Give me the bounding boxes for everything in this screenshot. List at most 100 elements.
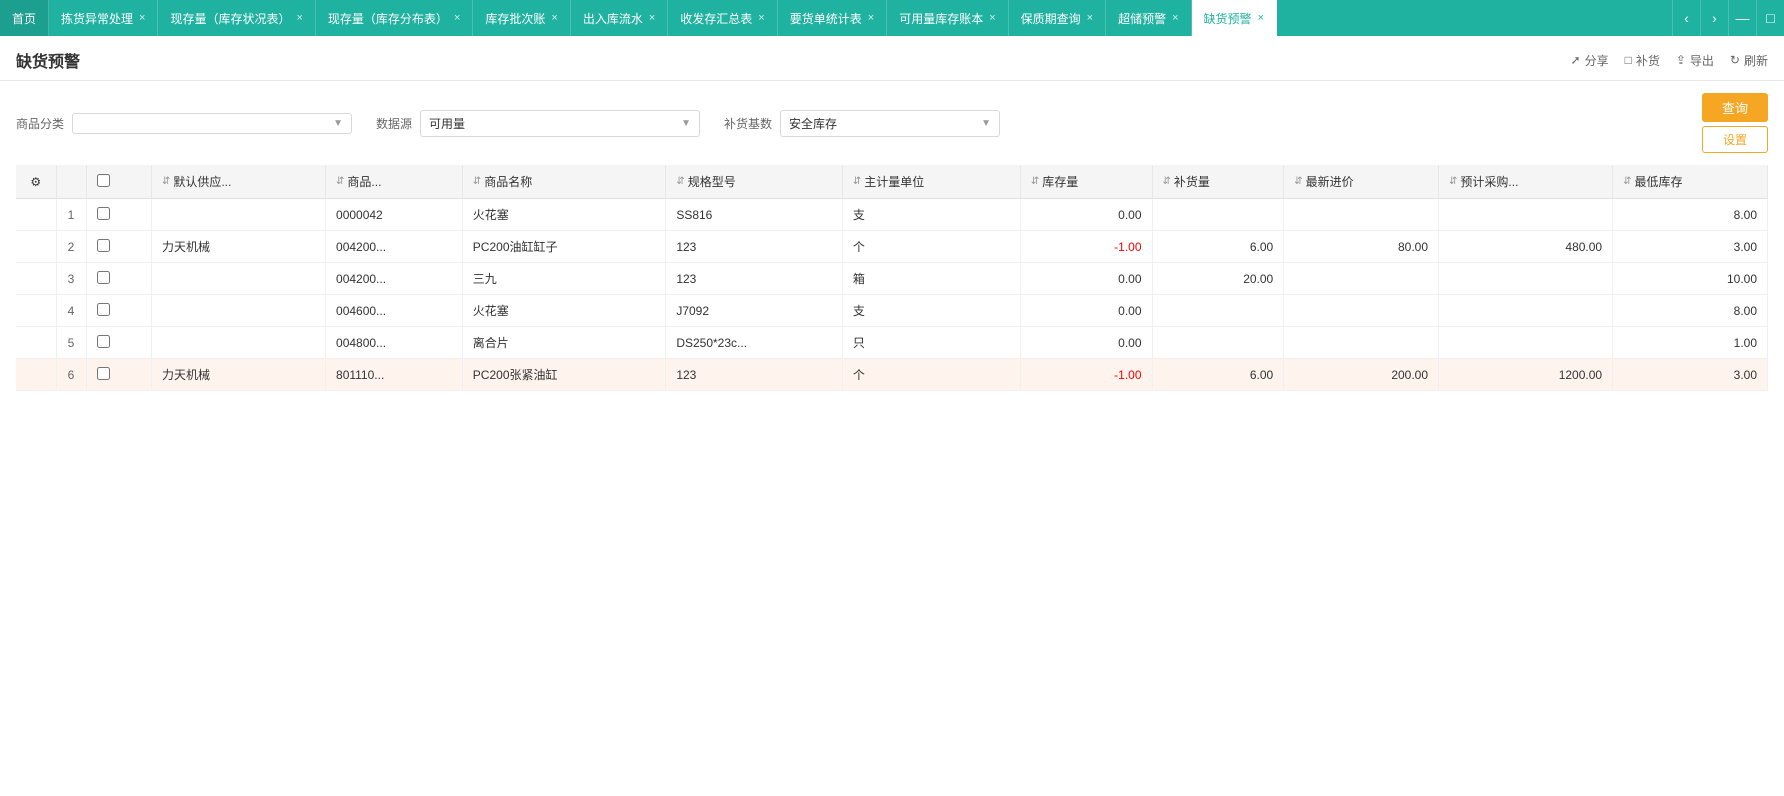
th-replenish-label: 补货量 <box>1174 173 1210 190</box>
tab-inout-flow[interactable]: 出入库流水 × <box>571 0 668 36</box>
tab-demand-stats[interactable]: 要货单统计表 × <box>778 0 887 36</box>
row-checkbox-2[interactable] <box>97 271 110 284</box>
row-settings-cell <box>16 263 56 295</box>
tab-demand-stats-label: 要货单统计表 <box>790 10 862 27</box>
tab-stock-dist[interactable]: 现存量（库存分布表） × <box>316 0 473 36</box>
th-settings: ⚙ <box>16 165 56 199</box>
datasource-select[interactable]: 可用量 ▼ <box>420 110 700 137</box>
tab-prev-button[interactable]: ‹ <box>1672 0 1700 36</box>
row-product-name: PC200张紧油缸 <box>462 359 666 391</box>
row-unit: 箱 <box>842 263 1020 295</box>
tab-expiry[interactable]: 保质期查询 × <box>1009 0 1106 36</box>
tab-demand-stats-close[interactable]: × <box>868 12 874 24</box>
sort-icon-replenish: ⇵ <box>1163 176 1171 187</box>
tab-shortage-close[interactable]: × <box>1258 12 1264 24</box>
share-icon: ➚ <box>1571 53 1581 67</box>
row-latest-price <box>1284 327 1439 359</box>
filter-actions: 查询 设置 <box>1702 93 1768 153</box>
tab-receive-summary[interactable]: 收发存汇总表 × <box>668 0 777 36</box>
refresh-icon: ↻ <box>1730 53 1740 67</box>
replenish-base-select[interactable]: 安全库存 ▼ <box>780 110 1000 137</box>
tab-inout-flow-close[interactable]: × <box>649 12 655 24</box>
datasource-filter-group: 数据源 可用量 ▼ <box>376 110 700 137</box>
row-stock: 0.00 <box>1020 327 1152 359</box>
tab-stock-status[interactable]: 现存量（库存状况表） × <box>158 0 315 36</box>
row-num: 6 <box>56 359 86 391</box>
sort-icon-code: ⇵ <box>336 176 344 187</box>
replenish-base-value: 安全库存 <box>789 115 837 132</box>
tab-receive-summary-close[interactable]: × <box>758 12 764 24</box>
row-product-name: 三九 <box>462 263 666 295</box>
tab-stock-status-close[interactable]: × <box>296 12 302 24</box>
row-stock: -1.00 <box>1020 359 1152 391</box>
header-actions: ➚ 分享 □ 补货 ⇪ 导出 ↻ 刷新 <box>1571 52 1769 69</box>
category-filter-group: 商品分类 ▼ <box>16 113 352 134</box>
category-select[interactable]: ▼ <box>72 113 352 134</box>
row-estimated-purchase: 1200.00 <box>1439 359 1613 391</box>
tab-stock-dist-close[interactable]: × <box>454 12 460 24</box>
tab-exception[interactable]: 拣货异常处理 × <box>49 0 158 36</box>
main-content: 缺货预警 ➚ 分享 □ 补货 ⇪ 导出 ↻ 刷新 商品分类 <box>0 36 1784 796</box>
query-button[interactable]: 查询 <box>1702 93 1768 122</box>
tab-next-button[interactable]: › <box>1700 0 1728 36</box>
table-container: ⚙ ⇵ 默认供应... ⇵ 商 <box>0 165 1784 391</box>
row-latest-price: 80.00 <box>1284 231 1439 263</box>
tab-exception-close[interactable]: × <box>139 12 145 24</box>
row-checkbox-cell <box>86 231 151 263</box>
row-num: 3 <box>56 263 86 295</box>
row-replenish: 20.00 <box>1152 263 1284 295</box>
row-latest-price <box>1284 263 1439 295</box>
share-button[interactable]: ➚ 分享 <box>1571 52 1609 69</box>
tab-available-ledger[interactable]: 可用量库存账本 × <box>887 0 1008 36</box>
tab-bar: 首页 拣货异常处理 × 现存量（库存状况表） × 现存量（库存分布表） × 库存… <box>0 0 1784 36</box>
row-supplier <box>151 295 325 327</box>
row-settings-cell <box>16 327 56 359</box>
export-button[interactable]: ⇪ 导出 <box>1676 52 1714 69</box>
row-product-code: 004800... <box>326 327 463 359</box>
tab-overstock[interactable]: 超储预警 × <box>1106 0 1191 36</box>
row-supplier <box>151 327 325 359</box>
tab-maximize-button[interactable]: □ <box>1756 0 1784 36</box>
select-all-checkbox[interactable] <box>97 174 110 187</box>
row-stock: 0.00 <box>1020 295 1152 327</box>
tab-available-ledger-close[interactable]: × <box>989 12 995 24</box>
th-stock: ⇵ 库存量 <box>1020 165 1152 199</box>
row-unit: 支 <box>842 295 1020 327</box>
tab-batch-close[interactable]: × <box>551 12 557 24</box>
settings-button[interactable]: 设置 <box>1702 126 1768 153</box>
row-spec: 123 <box>666 263 843 295</box>
row-min-stock: 1.00 <box>1613 327 1768 359</box>
th-product-name: ⇵ 商品名称 <box>462 165 666 199</box>
tab-expiry-close[interactable]: × <box>1087 12 1093 24</box>
row-checkbox-1[interactable] <box>97 239 110 252</box>
th-unit: ⇵ 主计量单位 <box>842 165 1020 199</box>
row-checkbox-4[interactable] <box>97 335 110 348</box>
tab-overstock-close[interactable]: × <box>1172 12 1178 24</box>
row-product-code: 0000042 <box>326 199 463 231</box>
replenish-button[interactable]: □ 补货 <box>1625 52 1660 69</box>
tab-home[interactable]: 首页 <box>0 0 49 36</box>
share-label: 分享 <box>1585 52 1609 69</box>
row-num: 1 <box>56 199 86 231</box>
row-product-name: 火花塞 <box>462 199 666 231</box>
tab-shortage[interactable]: 缺货预警 × <box>1192 0 1277 36</box>
sort-icon-spec: ⇵ <box>676 176 684 187</box>
row-checkbox-5[interactable] <box>97 367 110 380</box>
export-label: 导出 <box>1690 52 1714 69</box>
row-checkbox-0[interactable] <box>97 207 110 220</box>
row-unit: 个 <box>842 359 1020 391</box>
row-replenish <box>1152 327 1284 359</box>
settings-gear-icon[interactable]: ⚙ <box>30 175 41 189</box>
row-checkbox-cell <box>86 295 151 327</box>
row-checkbox-3[interactable] <box>97 303 110 316</box>
row-estimated-purchase <box>1439 327 1613 359</box>
tab-minimize-button[interactable]: — <box>1728 0 1756 36</box>
row-num: 2 <box>56 231 86 263</box>
row-spec: SS816 <box>666 199 843 231</box>
sort-icon-purchase: ⇵ <box>1449 176 1457 187</box>
tab-batch[interactable]: 库存批次账 × <box>473 0 570 36</box>
category-filter-label: 商品分类 <box>16 115 64 132</box>
replenish-icon: □ <box>1625 53 1632 67</box>
refresh-button[interactable]: ↻ 刷新 <box>1730 52 1768 69</box>
row-min-stock: 3.00 <box>1613 359 1768 391</box>
